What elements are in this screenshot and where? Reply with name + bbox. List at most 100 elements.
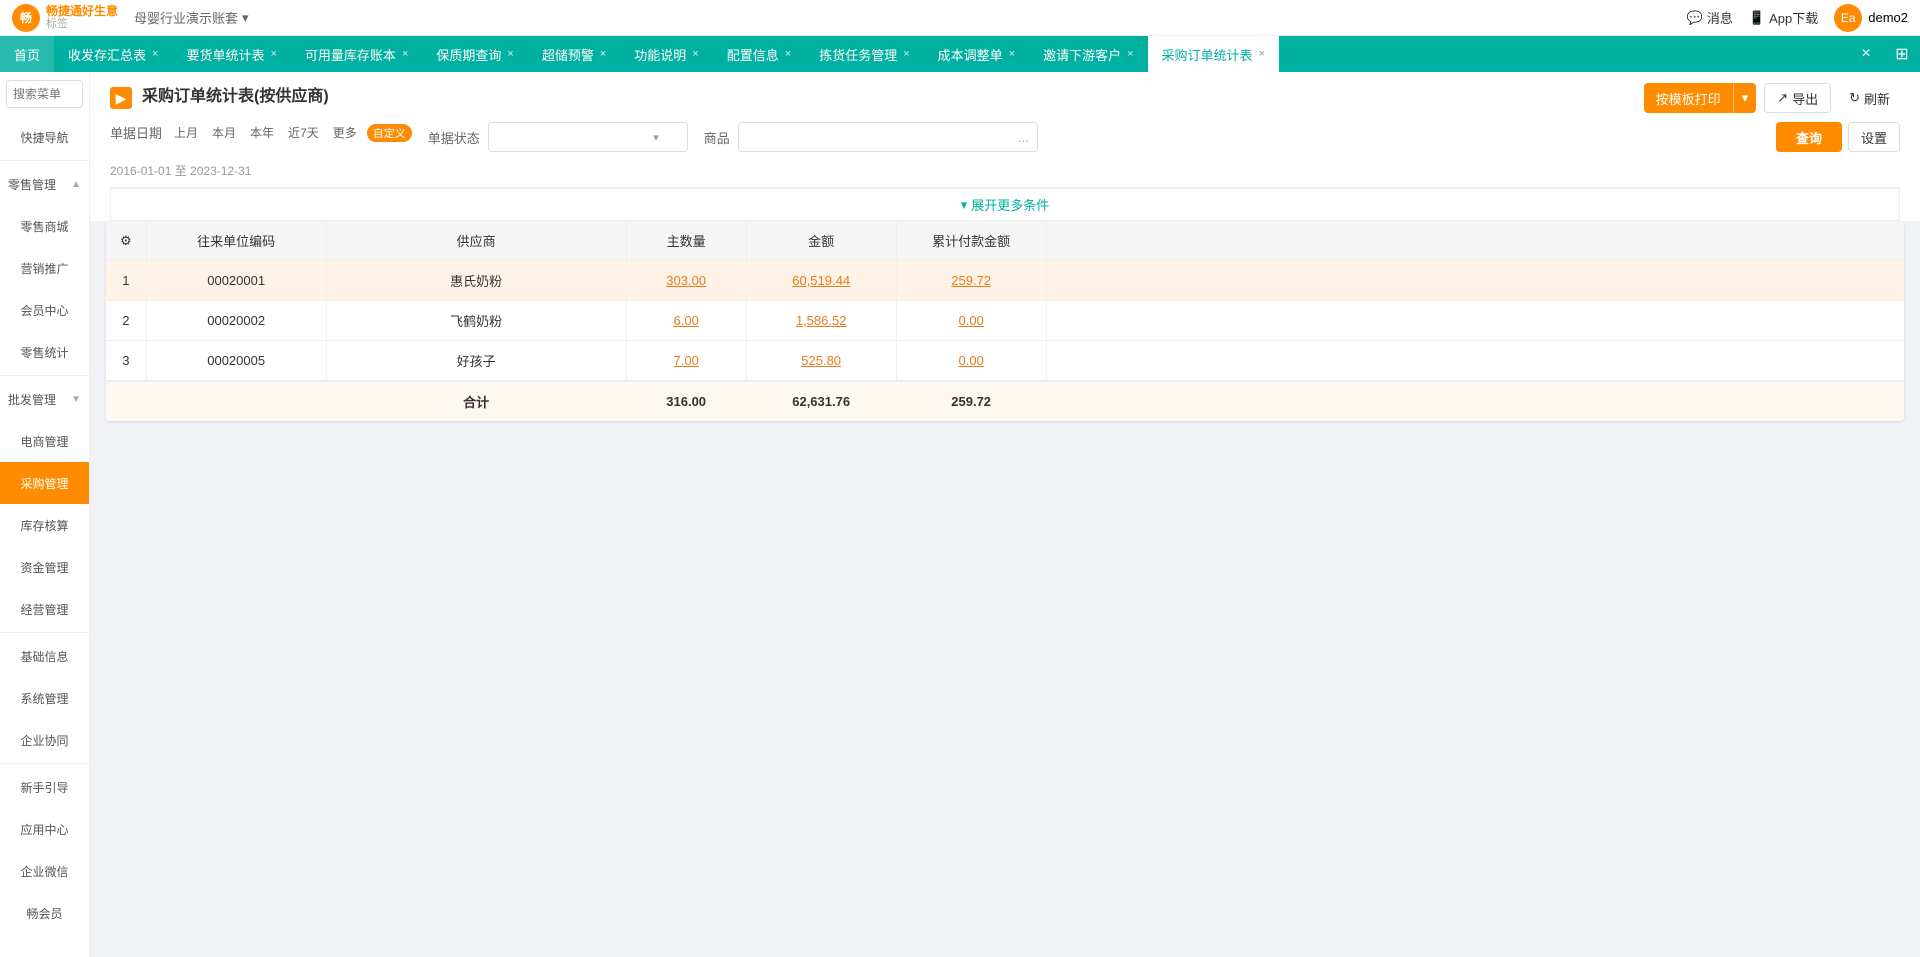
tab-phgjgl-close[interactable]: × (903, 48, 909, 60)
sidebar-item-retail[interactable]: 零售管理 ▲ (0, 163, 89, 205)
sidebar-item-purchase[interactable]: 采购管理 (0, 462, 89, 504)
tab-pzxx[interactable]: 配置信息 × (713, 36, 805, 72)
sidebar-item-vip[interactable]: 畅会员 (0, 892, 89, 934)
cell-amount-3[interactable]: 525.80 (746, 341, 896, 382)
goods-input[interactable] (739, 123, 1010, 151)
tab-kylkzb-close[interactable]: × (402, 48, 408, 60)
sidebar-item-quicknav[interactable]: 快捷导航 (0, 116, 89, 158)
sidebar-item-appcenter[interactable]: 应用中心 (0, 808, 89, 850)
filter-bar: 单据日期 上月 本月 本年 近7天 更多 自定义 单据状态 ▾ (110, 122, 1900, 162)
tab-gnsm-close[interactable]: × (692, 48, 698, 60)
sidebar-item-purchase-label: 采购管理 (20, 475, 68, 492)
tab-gnsm[interactable]: 功能说明 × (620, 36, 712, 72)
cell-paid-3[interactable]: 0.00 (896, 341, 1046, 382)
cell-supplier-3: 好孩子 (326, 341, 626, 382)
cell-qty-2[interactable]: 6.00 (626, 301, 746, 341)
tab-ccyj[interactable]: 超储预警 × (528, 36, 620, 72)
tab-yphtj[interactable]: 要货单统计表 × (172, 36, 290, 72)
template-print-dropdown-btn[interactable]: ▾ (1733, 83, 1757, 113)
date-shortcut-more[interactable]: 更多 (329, 122, 361, 143)
maximize-btn[interactable]: ⊞ (1884, 36, 1920, 72)
col-header-amount: 金额 (746, 221, 896, 261)
date-shortcut-this-year[interactable]: 本年 (246, 122, 278, 143)
tab-cgdtj-label: 采购订单统计表 (1162, 45, 1253, 64)
divider-4 (0, 763, 89, 764)
col-header-qty: 主数量 (626, 221, 746, 261)
label-biaoqian: 标签 (46, 18, 118, 31)
sidebar-item-basic[interactable]: 基础信息 (0, 635, 89, 677)
cell-paid-1[interactable]: 259.72 (896, 261, 1046, 301)
message-action[interactable]: 💬 消息 (1687, 8, 1733, 27)
wholesale-arrow-icon: ▼ (71, 394, 81, 405)
tab-sfd[interactable]: 收发存汇总表 × (54, 36, 172, 72)
col-header-paid: 累计付款金额 (896, 221, 1046, 261)
date-shortcut-this-month[interactable]: 本月 (208, 122, 240, 143)
date-shortcut-last-month[interactable]: 上月 (170, 122, 202, 143)
sidebar-item-ecommerce[interactable]: 电商管理 (0, 420, 89, 462)
sidebar-item-inventory[interactable]: 库存核算 (0, 504, 89, 546)
tab-yqxyyh[interactable]: 邀请下游客户 × (1029, 36, 1147, 72)
expand-more-btn[interactable]: ▾ 展开更多条件 (110, 188, 1900, 221)
date-shortcut-7days[interactable]: 近7天 (284, 122, 323, 143)
sidebar-item-marketing[interactable]: 营销推广 (0, 247, 89, 289)
tab-ccyj-close[interactable]: × (600, 48, 606, 60)
cell-paid-2[interactable]: 0.00 (896, 301, 1046, 341)
tab-phgjgl[interactable]: 拣货任务管理 × (805, 36, 923, 72)
col-header-extra (1046, 221, 1904, 261)
search-input[interactable] (6, 80, 83, 108)
goods-filter-col: 商品 ... (704, 122, 1038, 152)
tab-sfd-close[interactable]: × (152, 48, 158, 60)
template-print-group: 按模板打印 ▾ (1644, 83, 1757, 113)
tab-home[interactable]: 首页 (0, 36, 54, 72)
sidebar-item-wechat[interactable]: 企业微信 (0, 850, 89, 892)
sidebar-item-retail-shop-label: 零售商城 (20, 218, 68, 235)
cell-amount-1[interactable]: 60,519.44 (746, 261, 896, 301)
sidebar-item-system[interactable]: 系统管理 (0, 677, 89, 719)
sidebar-item-finance[interactable]: 资金管理 (0, 546, 89, 588)
sidebar-item-enterprise-label: 企业协同 (20, 732, 68, 749)
tab-gnsm-label: 功能说明 (634, 45, 686, 64)
goods-input-wrapper: ... (738, 122, 1038, 152)
date-custom-badge[interactable]: 自定义 (367, 124, 412, 142)
cell-qty-3[interactable]: 7.00 (626, 341, 746, 382)
tab-cbtz-close[interactable]: × (1009, 48, 1015, 60)
status-dropdown[interactable]: ▾ (488, 122, 688, 152)
refresh-btn[interactable]: ↻ 刷新 (1839, 83, 1900, 113)
query-btn[interactable]: 查询 (1776, 122, 1842, 152)
sidebar-item-retail-stat[interactable]: 零售统计 (0, 331, 89, 373)
close-all-btn[interactable]: × (1848, 36, 1884, 72)
toggle-filter-btn[interactable]: ▶ (110, 87, 132, 109)
tab-cgdtj-close[interactable]: × (1259, 48, 1265, 60)
sidebar-item-operation[interactable]: 经营管理 (0, 588, 89, 630)
template-print-btn[interactable]: 按模板打印 (1644, 83, 1733, 113)
tab-bxqcx-close[interactable]: × (507, 48, 513, 60)
sidebar-item-wholesale-label: 批发管理 (8, 391, 56, 408)
tab-pzxx-close[interactable]: × (785, 48, 791, 60)
tab-yphtj-close[interactable]: × (270, 48, 276, 60)
cell-amount-2[interactable]: 1,586.52 (746, 301, 896, 341)
tab-bxqcx[interactable]: 保质期查询 × (422, 36, 527, 72)
app-download-action[interactable]: 📱 App下载 (1749, 8, 1818, 27)
sidebar-item-enterprise[interactable]: 企业协同 (0, 719, 89, 761)
table-row: 3 00020005 好孩子 7.00 525.80 0.00 (106, 341, 1904, 382)
gear-icon[interactable]: ⚙ (120, 233, 132, 249)
tab-cgdtj[interactable]: 采购订单统计表 × (1148, 36, 1279, 72)
sidebar-item-newbie[interactable]: 新手引导 (0, 766, 89, 808)
cell-qty-1[interactable]: 303.00 (626, 261, 746, 301)
workspace-selector[interactable]: 母婴行业演示账套 ▾ (126, 8, 257, 27)
cell-code-2: 00020002 (146, 301, 326, 341)
sidebar-item-member[interactable]: 会员中心 (0, 289, 89, 331)
table-wrapper: ⚙ 往来单位编码 供应商 主数量 金额 累计付款金额 1 000200 (90, 221, 1920, 957)
date-filter-label: 单据日期 (110, 123, 162, 142)
tab-kylkzb[interactable]: 可用量库存账本 × (291, 36, 422, 72)
settings-btn[interactable]: 设置 (1848, 122, 1900, 152)
export-btn[interactable]: ↗ 导出 (1764, 83, 1831, 113)
user-area[interactable]: Ea demo2 (1834, 4, 1908, 32)
cell-no-3: 3 (106, 341, 146, 382)
export-icon: ↗ (1777, 90, 1788, 106)
sidebar-item-wholesale[interactable]: 批发管理 ▼ (0, 378, 89, 420)
tab-yqxyyh-close[interactable]: × (1127, 48, 1133, 60)
tab-cbtz[interactable]: 成本调整单 × (924, 36, 1029, 72)
sidebar-item-retail-shop[interactable]: 零售商城 (0, 205, 89, 247)
goods-more-icon[interactable]: ... (1010, 130, 1037, 145)
